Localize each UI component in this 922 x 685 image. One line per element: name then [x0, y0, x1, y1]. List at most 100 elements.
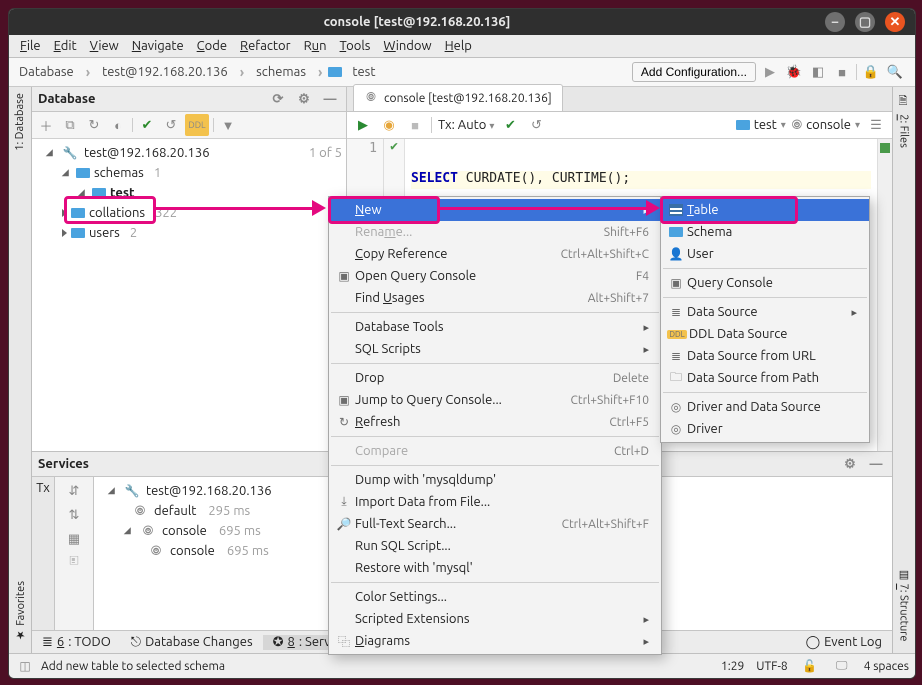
run-config-button[interactable]: Add Configuration... [632, 62, 756, 82]
stop-sync-icon[interactable]: ◐ [108, 115, 128, 135]
ctx-refresh[interactable]: ↻RefreshCtrl+F5 [329, 411, 661, 433]
ctx-scripted-extensions[interactable]: Scripted Extensions▸ [329, 608, 661, 630]
ctx-color-settings[interactable]: Color Settings... [329, 586, 661, 608]
search-icon[interactable]: 🔍 [885, 62, 905, 82]
explain-icon[interactable]: ◉ [379, 115, 399, 135]
ctx-new-data-source-url[interactable]: ≣ Data Source from URL [661, 345, 869, 367]
tree-users-row[interactable]: users 2 [32, 223, 346, 243]
rail-files-tab[interactable]: 🗎 2: Files [895, 87, 914, 154]
bottom-tab-todo[interactable]: ≣ 66: TODO: TODO [32, 635, 121, 650]
status-indent[interactable]: 4 spaces [864, 660, 909, 673]
ctx-new-user[interactable]: 👤 User [661, 243, 869, 265]
commit-icon[interactable]: ✔ [137, 115, 157, 135]
editor-tab-console[interactable]: 🞋 console [test@192.168.20.136] [353, 84, 563, 111]
ctx-restore[interactable]: Restore with 'mysql' [329, 557, 661, 579]
crumb-schemas[interactable]: schemas [250, 63, 312, 81]
ctx-sql-scripts[interactable]: SQL Scripts▸ [329, 338, 661, 360]
editor-console-selector[interactable]: 🞋 console ▾ [792, 118, 860, 133]
add-icon[interactable]: ＋ [36, 115, 56, 135]
tx-mode-dropdown[interactable]: Tx: Auto ▾ [438, 118, 494, 132]
crumb-database[interactable]: Database [13, 63, 80, 81]
menu-code[interactable]: Code [192, 37, 232, 55]
ctx-new-data-source-path[interactable]: 🗀 Data Source from Path [661, 367, 869, 389]
ctx-jump-to-query-console[interactable]: ▣Jump to Query Console...Ctrl+Shift+F10 [329, 389, 661, 411]
ctx-drop[interactable]: DropDelete [329, 367, 661, 389]
rail-structure-tab[interactable]: ▤ 7: Structure [898, 562, 911, 647]
ctx-compare[interactable]: CompareCtrl+D [329, 440, 661, 462]
editor-toolbar: ▶ ◉ ■ Tx: Auto ▾ ✔ ↺ test ▾ 🞋 [347, 112, 892, 139]
ctx-new-table[interactable]: Table [661, 199, 869, 221]
update-icon[interactable]: 🔒 [861, 62, 881, 82]
sync-icon[interactable]: ⟳ [268, 89, 288, 109]
editor-target-selector[interactable]: test ▾ [736, 118, 786, 132]
ctx-rename[interactable]: Rename...Shift+F6 [329, 221, 661, 243]
rollback-icon[interactable]: ↺ [161, 115, 181, 135]
ctx-run-sql-script[interactable]: Run SQL Script... [329, 535, 661, 557]
crumb-active-schema[interactable]: test [346, 63, 381, 81]
readonly-icon[interactable]: 🔓 [800, 656, 820, 676]
panel-gear-icon[interactable]: ⚙ [294, 89, 314, 109]
menu-refactor[interactable]: Refactor [235, 37, 296, 55]
menu-run[interactable]: Run [299, 37, 332, 55]
database-tree[interactable]: 🔧 test@192.168.20.136 1 of 5 schemas 1 [32, 139, 346, 451]
panel-hide-icon[interactable]: — [320, 89, 340, 109]
ctx-find-usages[interactable]: Find UsagesAlt+Shift+7 [329, 287, 661, 309]
tree-connection-row[interactable]: 🔧 test@192.168.20.136 1 of 5 [32, 143, 346, 163]
tree-test-schema-row[interactable]: test [32, 183, 346, 203]
tree-schemas-row[interactable]: schemas 1 [32, 163, 346, 183]
ctx-diagrams[interactable]: ⿻Diagrams▸ [329, 630, 661, 652]
ctx-new[interactable]: New▸ [329, 199, 661, 221]
ctx-copy-reference[interactable]: Copy ReferenceCtrl+Alt+Shift+C [329, 243, 661, 265]
svc-expand-icon[interactable]: ⇵ [64, 481, 84, 501]
menu-window[interactable]: Window [378, 37, 436, 55]
svc-tree-icon[interactable]: 🗉 [64, 553, 84, 573]
bottom-tab-db-changes[interactable]: ⎋ Database Changes [121, 635, 263, 650]
rail-database-tab[interactable]: 11: Database: Database [14, 87, 26, 157]
window-minimize[interactable]: – [825, 12, 845, 32]
ctx-open-query-console[interactable]: ▣Open Query ConsoleF4 [329, 265, 661, 287]
crumb-connection[interactable]: test@192.168.20.136 [96, 63, 234, 81]
run-query-icon[interactable]: ▶ [353, 115, 373, 135]
bottom-tab-event-log[interactable]: ◯ Event Log [796, 635, 892, 650]
diagram-icon: ⿻ [335, 633, 353, 650]
ctx-dump[interactable]: Dump with 'mysqldump' [329, 469, 661, 491]
ddl-icon[interactable]: DDL [185, 114, 209, 136]
code-line-1[interactable]: SELECT CURDATE(), CURTIME(); [411, 171, 871, 189]
editor-settings-icon[interactable]: ☰ [866, 115, 886, 135]
menu-tools[interactable]: Tools [335, 37, 376, 55]
stop-query-icon[interactable]: ■ [405, 115, 425, 135]
filter-icon[interactable]: ▼ [218, 115, 238, 135]
svc-collapse-icon[interactable]: ⇅ [64, 505, 84, 525]
stop-icon[interactable]: ■ [832, 62, 852, 82]
run-icon[interactable]: ▶ [760, 62, 780, 82]
status-encoding[interactable]: UTF-8 [756, 660, 787, 673]
svc-filter-icon[interactable]: ▦ [64, 529, 84, 549]
ctx-new-query-console[interactable]: ▣ Query Console [661, 272, 869, 294]
ctx-new-driver-ds[interactable]: ◎ Driver and Data Source [661, 396, 869, 418]
services-gear-icon[interactable]: ⚙ [840, 454, 860, 474]
tx-commit-icon[interactable]: ✔ [500, 115, 520, 135]
menu-edit[interactable]: Edit [49, 37, 82, 55]
ctx-database-tools[interactable]: Database Tools▸ [329, 316, 661, 338]
tree-collations-row[interactable]: collations 322 [32, 203, 346, 223]
menu-navigate[interactable]: Navigate [127, 37, 189, 55]
menu-help[interactable]: Help [440, 37, 477, 55]
services-hide-icon[interactable]: — [866, 454, 886, 474]
status-caret[interactable]: 1:29 [721, 660, 744, 673]
ctx-new-data-source[interactable]: ≣ Data Source▸ [661, 301, 869, 323]
copy-icon[interactable]: ⧉ [60, 115, 80, 135]
window-maximize[interactable]: ▢ [855, 12, 875, 32]
menu-file[interactable]: File [15, 37, 46, 55]
ctx-new-ddl-data-source[interactable]: DDL DDL Data Source [661, 323, 869, 345]
window-close[interactable]: ✕ [885, 12, 905, 32]
ctx-new-schema[interactable]: Schema [661, 221, 869, 243]
rail-favorites-tab[interactable]: ★ Favorites [14, 575, 27, 647]
ctx-fulltext-search[interactable]: 🔎Full-Text Search...Ctrl+Alt+Shift+F [329, 513, 661, 535]
menu-view[interactable]: View [85, 37, 124, 55]
tx-rollback-icon[interactable]: ↺ [526, 115, 546, 135]
refresh-icon[interactable]: ↻ [84, 115, 104, 135]
coverage-icon[interactable]: ◧ [808, 62, 828, 82]
debug-icon[interactable]: 🐞 [784, 62, 804, 82]
ctx-import-data[interactable]: ⤓Import Data from File... [329, 491, 661, 513]
ctx-new-driver[interactable]: ◎ Driver [661, 418, 869, 440]
